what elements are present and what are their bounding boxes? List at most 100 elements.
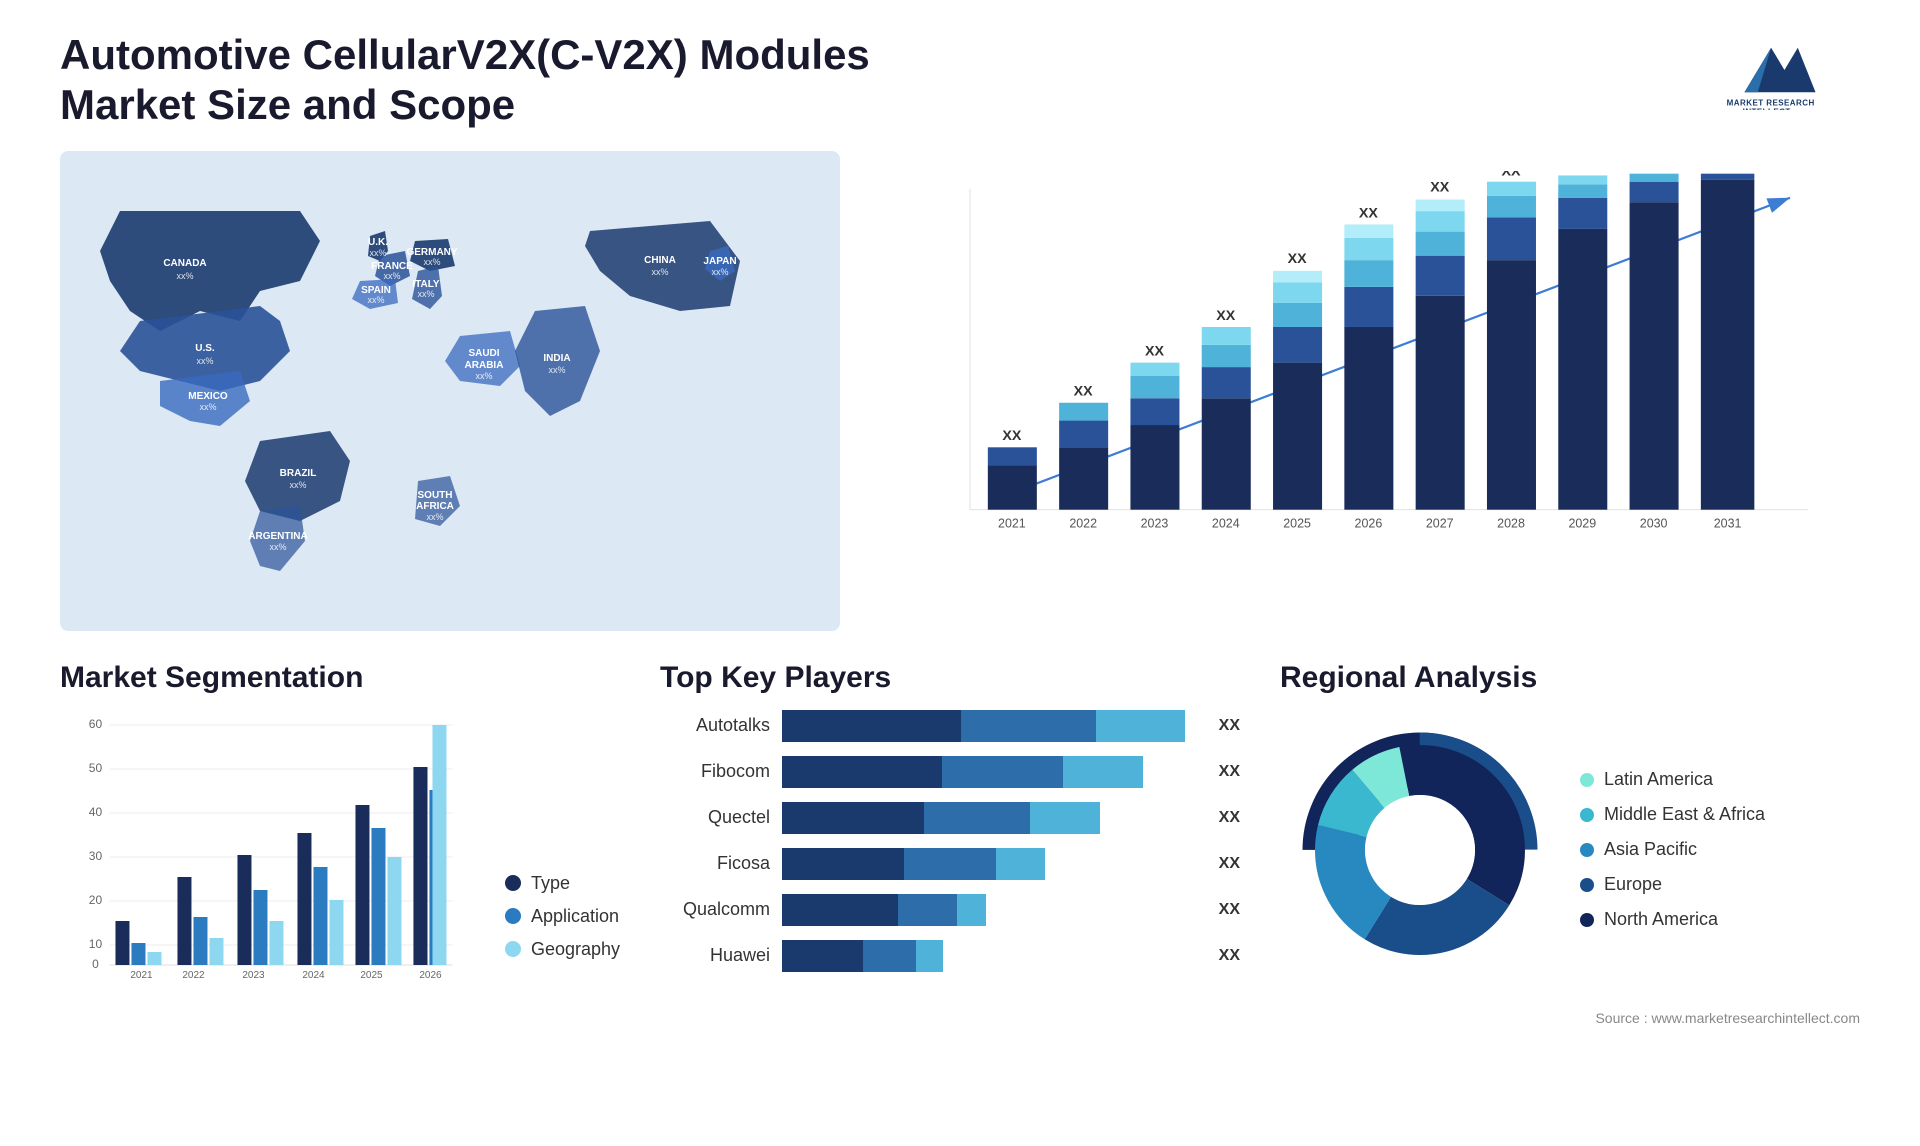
svg-text:10: 10 <box>89 937 103 951</box>
svg-text:xx%: xx% <box>289 480 306 490</box>
legend-dot-type <box>505 875 521 891</box>
svg-text:XX: XX <box>1573 171 1593 172</box>
regional-dot-mea <box>1580 808 1594 822</box>
svg-text:xx%: xx% <box>367 295 384 305</box>
svg-text:2028: 2028 <box>1497 516 1525 530</box>
player-name-ficosa: Ficosa <box>660 853 770 874</box>
svg-text:XX: XX <box>1002 428 1022 444</box>
svg-text:xx%: xx% <box>651 267 668 277</box>
svg-text:2022: 2022 <box>1069 516 1097 530</box>
svg-text:ARABIA: ARABIA <box>465 360 504 371</box>
svg-text:2025: 2025 <box>360 970 383 981</box>
svg-text:2021: 2021 <box>130 970 153 981</box>
svg-text:2021: 2021 <box>998 516 1026 530</box>
player-bar-qualcomm <box>782 894 1207 926</box>
legend-dot-application <box>505 908 521 924</box>
regional-legend-north-america: North America <box>1580 909 1765 930</box>
legend-label-application: Application <box>531 906 619 927</box>
regional-label-asia-pacific: Asia Pacific <box>1604 839 1697 860</box>
regional-dot-europe <box>1580 878 1594 892</box>
svg-text:xx%: xx% <box>176 271 193 281</box>
donut-svg <box>1280 710 1560 990</box>
legend-item-type: Type <box>505 873 620 894</box>
donut-chart <box>1280 710 1560 990</box>
segmentation-legend: Type Application Geography <box>505 873 620 990</box>
player-bar-ficosa <box>782 848 1207 880</box>
svg-text:CANADA: CANADA <box>163 258 206 269</box>
regional-legend-mea: Middle East & Africa <box>1580 804 1765 825</box>
player-value-quectel: XX <box>1219 809 1240 827</box>
regional-title: Regional Analysis <box>1280 661 1860 695</box>
world-map: CANADA xx% U.S. xx% MEXICO xx% BRAZIL xx… <box>60 151 840 631</box>
svg-text:xx%: xx% <box>711 267 728 277</box>
svg-text:INTELLECT: INTELLECT <box>1743 107 1791 110</box>
svg-text:INDIA: INDIA <box>543 353 570 364</box>
regional-label-latin-america: Latin America <box>1604 769 1713 790</box>
svg-text:2026: 2026 <box>1355 516 1383 530</box>
svg-text:U.K.: U.K. <box>368 237 388 248</box>
svg-text:2026: 2026 <box>419 970 442 981</box>
player-bar-quectel <box>782 802 1207 834</box>
regional-legend-asia-pacific: Asia Pacific <box>1580 839 1765 860</box>
svg-text:2023: 2023 <box>1141 516 1169 530</box>
svg-text:XX: XX <box>1430 179 1450 195</box>
logo-area: MARKET RESEARCH INTELLECT <box>1700 30 1860 110</box>
svg-text:2031: 2031 <box>1714 516 1742 530</box>
bottom-section: Market Segmentation 60 50 40 30 20 10 0 <box>60 661 1860 990</box>
regional-label-north-america: North America <box>1604 909 1718 930</box>
regional-content: Latin America Middle East & Africa Asia … <box>1280 710 1860 990</box>
regional-dot-north-america <box>1580 913 1594 927</box>
legend-label-geography: Geography <box>531 939 620 960</box>
player-bar-fibocom <box>782 756 1207 788</box>
svg-text:XX: XX <box>1288 251 1308 267</box>
svg-text:0: 0 <box>92 957 99 971</box>
regional-analysis: Regional Analysis <box>1280 661 1860 990</box>
svg-text:JAPAN: JAPAN <box>703 256 736 267</box>
svg-text:XX: XX <box>1145 343 1165 359</box>
svg-text:2030: 2030 <box>1640 516 1668 530</box>
regional-legend: Latin America Middle East & Africa Asia … <box>1580 769 1765 930</box>
top-key-players: Top Key Players Autotalks XX Fibocom <box>660 661 1240 990</box>
svg-text:xx%: xx% <box>383 271 400 281</box>
player-name-quectel: Quectel <box>660 807 770 828</box>
svg-text:MARKET RESEARCH: MARKET RESEARCH <box>1727 99 1815 108</box>
player-row-qualcomm: Qualcomm XX <box>660 894 1240 926</box>
growth-chart: XX 2021 XX 2022 XX 2023 <box>870 151 1860 631</box>
svg-text:2027: 2027 <box>1426 516 1454 530</box>
svg-text:BRAZIL: BRAZIL <box>280 468 317 479</box>
players-title: Top Key Players <box>660 661 1240 695</box>
player-value-fibocom: XX <box>1219 763 1240 781</box>
svg-text:xx%: xx% <box>199 402 216 412</box>
market-segmentation: Market Segmentation 60 50 40 30 20 10 0 <box>60 661 620 990</box>
regional-legend-latin-america: Latin America <box>1580 769 1765 790</box>
segmentation-chart-area: 60 50 40 30 20 10 0 <box>60 710 620 990</box>
player-row-fibocom: Fibocom XX <box>660 756 1240 788</box>
player-name-qualcomm: Qualcomm <box>660 899 770 920</box>
player-value-qualcomm: XX <box>1219 901 1240 919</box>
svg-text:U.S.: U.S. <box>195 343 215 354</box>
svg-text:2023: 2023 <box>242 970 265 981</box>
svg-text:XX: XX <box>1216 308 1236 324</box>
svg-text:50: 50 <box>89 761 103 775</box>
svg-text:AFRICA: AFRICA <box>416 501 454 512</box>
svg-text:20: 20 <box>89 893 103 907</box>
player-bar-autotalks <box>782 710 1207 742</box>
segmentation-title: Market Segmentation <box>60 661 620 695</box>
player-value-autotalks: XX <box>1219 717 1240 735</box>
svg-text:xx%: xx% <box>423 257 440 267</box>
svg-text:xx%: xx% <box>196 356 213 366</box>
player-name-autotalks: Autotalks <box>660 715 770 736</box>
svg-text:2029: 2029 <box>1568 516 1596 530</box>
svg-text:2024: 2024 <box>1212 516 1240 530</box>
svg-text:xx%: xx% <box>269 542 286 552</box>
map-svg: CANADA xx% U.S. xx% MEXICO xx% BRAZIL xx… <box>60 151 840 631</box>
player-row-huawei: Huawei XX <box>660 940 1240 972</box>
svg-text:XX: XX <box>1359 205 1379 221</box>
svg-text:SOUTH: SOUTH <box>418 490 453 501</box>
player-row-quectel: Quectel XX <box>660 802 1240 834</box>
svg-text:CHINA: CHINA <box>644 255 676 266</box>
svg-text:xx%: xx% <box>475 371 492 381</box>
legend-label-type: Type <box>531 873 570 894</box>
source-attribution: Source : www.marketresearchintellect.com <box>60 1010 1860 1026</box>
legend-dot-geography <box>505 941 521 957</box>
